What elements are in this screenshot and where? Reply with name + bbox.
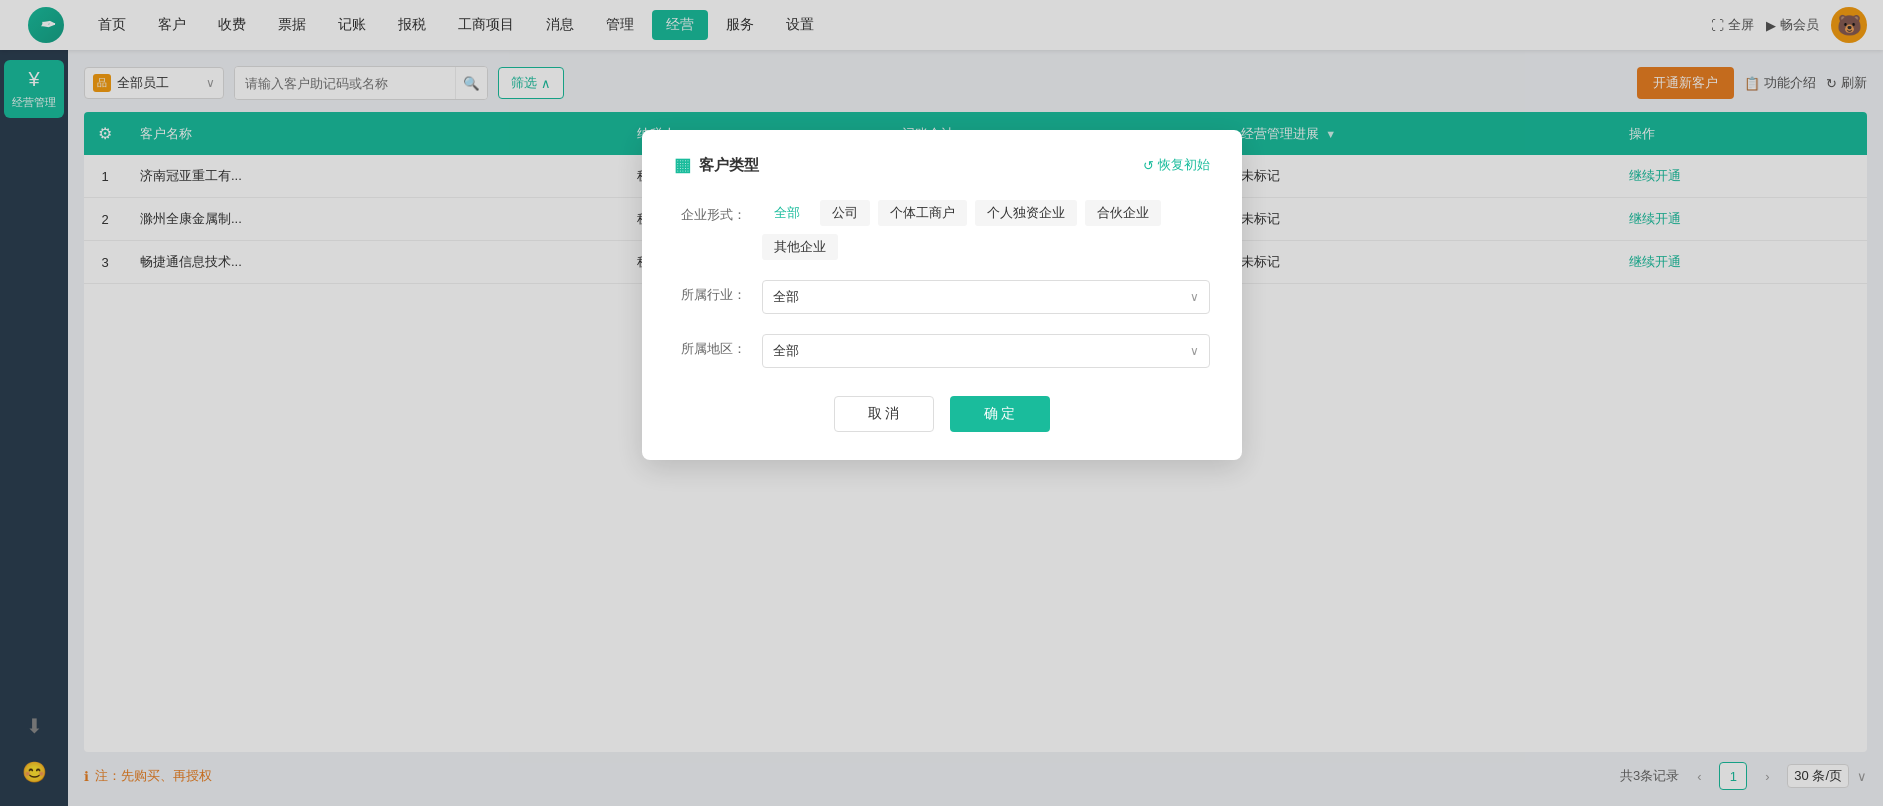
enterprise-form-label: 企业形式：	[674, 200, 746, 224]
modal-title-icon: ▦	[674, 154, 691, 176]
industry-value: 全部 ∨	[762, 280, 1210, 314]
region-label: 所属地区：	[674, 334, 746, 358]
confirm-button[interactable]: 确 定	[950, 396, 1050, 432]
modal-reset-btn[interactable]: ↺ 恢复初始	[1143, 156, 1210, 174]
industry-select[interactable]: 全部 ∨	[762, 280, 1210, 314]
industry-select-text: 全部	[773, 288, 799, 306]
reset-label: 恢复初始	[1158, 156, 1210, 174]
enterprise-tag-其他企业[interactable]: 其他企业	[762, 234, 838, 260]
modal-title-text: 客户类型	[699, 156, 759, 175]
filter-modal: ▦ 客户类型 ↺ 恢复初始 企业形式： 全部公司个体工商户个人独资企业合伙企业其…	[642, 130, 1242, 460]
industry-select-arrow-icon: ∨	[1190, 290, 1199, 304]
region-value: 全部 ∨	[762, 334, 1210, 368]
region-row: 所属地区： 全部 ∨	[674, 334, 1210, 368]
modal-title: ▦ 客户类型	[674, 154, 759, 176]
region-select-arrow-icon: ∨	[1190, 344, 1199, 358]
cancel-button[interactable]: 取 消	[834, 396, 934, 432]
modal-header: ▦ 客户类型 ↺ 恢复初始	[674, 154, 1210, 176]
enterprise-tag-全部[interactable]: 全部	[762, 200, 812, 226]
enterprise-form-value: 全部公司个体工商户个人独资企业合伙企业其他企业	[762, 200, 1210, 260]
industry-label: 所属行业：	[674, 280, 746, 304]
enterprise-tag-公司[interactable]: 公司	[820, 200, 870, 226]
industry-row: 所属行业： 全部 ∨	[674, 280, 1210, 314]
region-select-text: 全部	[773, 342, 799, 360]
enterprise-tag-合伙企业[interactable]: 合伙企业	[1085, 200, 1161, 226]
enterprise-tag-个体工商户[interactable]: 个体工商户	[878, 200, 967, 226]
region-select[interactable]: 全部 ∨	[762, 334, 1210, 368]
enterprise-tag-group: 全部公司个体工商户个人独资企业合伙企业其他企业	[762, 200, 1210, 260]
modal-footer: 取 消 确 定	[674, 396, 1210, 432]
reset-icon: ↺	[1143, 158, 1154, 173]
modal-overlay: ▦ 客户类型 ↺ 恢复初始 企业形式： 全部公司个体工商户个人独资企业合伙企业其…	[0, 0, 1883, 806]
enterprise-form-row: 企业形式： 全部公司个体工商户个人独资企业合伙企业其他企业	[674, 200, 1210, 260]
enterprise-tag-个人独资企业[interactable]: 个人独资企业	[975, 200, 1077, 226]
